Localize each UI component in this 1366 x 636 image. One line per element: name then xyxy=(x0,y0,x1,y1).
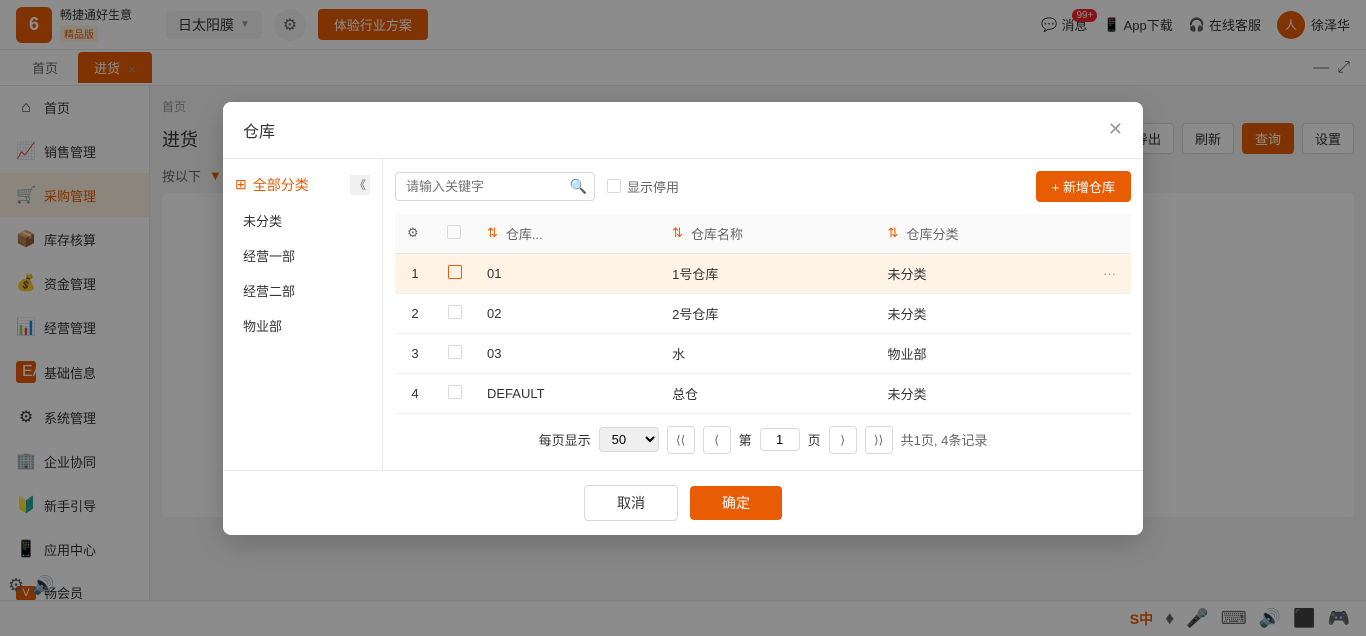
category-item-dept2[interactable]: 经营二部 xyxy=(223,273,382,308)
row-category: 物业部 xyxy=(876,333,1091,373)
th-category[interactable]: ⇅仓库分类 xyxy=(876,214,1091,254)
row-checkbox[interactable] xyxy=(435,373,475,413)
modal-body: ⊞ 全部分类 《 未分类 经营一部 经营二部 物业部 xyxy=(223,159,1143,470)
show-disabled-checkbox[interactable] xyxy=(607,179,621,193)
sort-icon-name: ⇅ xyxy=(672,225,683,241)
table-row[interactable]: 2 02 2号仓库 未分类 xyxy=(395,293,1131,333)
th-name[interactable]: ⇅仓库名称 xyxy=(660,214,875,254)
row-more[interactable]: ··· xyxy=(1091,253,1131,293)
search-area: 🔍 显示停用 xyxy=(395,172,679,201)
row-checkbox[interactable] xyxy=(435,333,475,373)
table-toolbar: 🔍 显示停用 + 新增仓库 xyxy=(395,171,1131,202)
page-size-select[interactable]: 50 20 100 xyxy=(599,427,659,452)
row-code: 01 xyxy=(475,253,660,293)
modal-header: 仓库 ✕ xyxy=(223,102,1143,159)
row-more xyxy=(1091,333,1131,373)
row-name: 2号仓库 xyxy=(660,293,875,333)
show-disabled-toggle[interactable]: 显示停用 xyxy=(607,177,679,196)
row-code: 02 xyxy=(475,293,660,333)
category-item-property[interactable]: 物业部 xyxy=(223,308,382,343)
search-input-wrap: 🔍 xyxy=(395,172,595,201)
pagination: 每页显示 50 20 100 ⟨⟨ ⟨ 第 页 ⟩ ⟩⟩ 共1页, 4条记录 xyxy=(395,414,1131,458)
table-wrapper: ⚙ ⇅仓库... ⇅仓库名称 xyxy=(395,214,1131,414)
row-num: 3 xyxy=(395,333,435,373)
modal-title: 仓库 xyxy=(243,118,275,142)
category-title-btn[interactable]: ⊞ 全部分类 xyxy=(235,175,309,195)
first-page-button[interactable]: ⟨⟨ xyxy=(667,426,695,454)
row-more xyxy=(1091,293,1131,333)
row-category: 未分类 xyxy=(876,293,1091,333)
warehouse-modal: 仓库 ✕ ⊞ 全部分类 《 未分类 xyxy=(223,102,1143,535)
sort-icon-cat: ⇅ xyxy=(888,225,899,241)
row-more xyxy=(1091,373,1131,413)
search-icon[interactable]: 🔍 xyxy=(570,178,587,195)
next-page-button[interactable]: ⟩ xyxy=(829,426,857,454)
confirm-button[interactable]: 确定 xyxy=(690,486,782,520)
row-name: 水 xyxy=(660,333,875,373)
row-code: 03 xyxy=(475,333,660,373)
table-header-row: ⚙ ⇅仓库... ⇅仓库名称 xyxy=(395,214,1131,254)
select-all-checkbox[interactable] xyxy=(447,225,461,239)
cancel-button[interactable]: 取消 xyxy=(584,485,678,521)
page-input[interactable] xyxy=(760,428,800,451)
row-category: 未分类 xyxy=(876,253,1091,293)
category-panel: ⊞ 全部分类 《 未分类 经营一部 经营二部 物业部 xyxy=(223,159,383,470)
modal-close-button[interactable]: ✕ xyxy=(1108,119,1123,140)
th-actions xyxy=(1091,214,1131,254)
table-row[interactable]: 4 DEFAULT 总仓 未分类 xyxy=(395,373,1131,413)
row-name: 1号仓库 xyxy=(660,253,875,293)
sort-icon: ⇅ xyxy=(487,225,498,241)
table-panel: 🔍 显示停用 + 新增仓库 ⚙ xyxy=(383,159,1143,470)
th-code[interactable]: ⇅仓库... xyxy=(475,214,660,254)
add-warehouse-button[interactable]: + 新增仓库 xyxy=(1036,171,1131,202)
category-item-dept1[interactable]: 经营一部 xyxy=(223,238,382,273)
search-input[interactable] xyxy=(395,172,595,201)
table-row[interactable]: 3 03 水 物业部 xyxy=(395,333,1131,373)
row-num: 1 xyxy=(395,253,435,293)
row-category: 未分类 xyxy=(876,373,1091,413)
warehouse-table: ⚙ ⇅仓库... ⇅仓库名称 xyxy=(395,214,1131,414)
row-code: DEFAULT xyxy=(475,373,660,413)
row-num: 2 xyxy=(395,293,435,333)
row-checkbox[interactable] xyxy=(435,293,475,333)
row-num: 4 xyxy=(395,373,435,413)
last-page-button[interactable]: ⟩⟩ xyxy=(865,426,893,454)
category-header: ⊞ 全部分类 《 xyxy=(223,167,382,203)
category-item-unclassified[interactable]: 未分类 xyxy=(223,203,382,238)
th-checkbox[interactable] xyxy=(435,214,475,254)
modal-overlay[interactable]: 仓库 ✕ ⊞ 全部分类 《 未分类 xyxy=(0,0,1366,636)
row-name: 总仓 xyxy=(660,373,875,413)
collapse-button[interactable]: 《 xyxy=(350,175,370,195)
th-settings[interactable]: ⚙ xyxy=(395,214,435,254)
grid-icon: ⊞ xyxy=(235,176,247,193)
table-row[interactable]: 1 01 1号仓库 未分类 ··· xyxy=(395,253,1131,293)
row-checkbox[interactable] xyxy=(435,253,475,293)
prev-page-button[interactable]: ⟨ xyxy=(703,426,731,454)
modal-footer: 取消 确定 xyxy=(223,470,1143,535)
